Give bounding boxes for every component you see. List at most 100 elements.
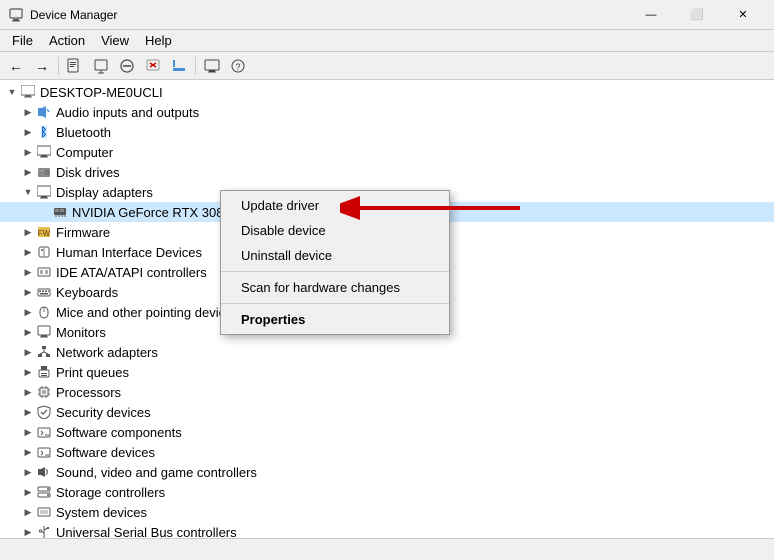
expand-ide[interactable]: ▶ xyxy=(20,264,36,280)
menu-file[interactable]: File xyxy=(4,31,41,50)
monitors-icon xyxy=(36,324,52,340)
expand-system[interactable]: ▶ xyxy=(20,504,36,520)
computer-label: Computer xyxy=(56,145,113,160)
disk-label: Disk drives xyxy=(56,165,120,180)
toolbar-scan[interactable] xyxy=(167,55,191,77)
tree-item-bluetooth[interactable]: ▶ ᛒ Bluetooth xyxy=(0,122,774,142)
print-label: Print queues xyxy=(56,365,129,380)
monitors-label: Monitors xyxy=(56,325,106,340)
gpu-label: NVIDIA GeForce RTX 3080 xyxy=(72,205,231,220)
softcomp-label: Software components xyxy=(56,425,182,440)
expand-audio[interactable]: ▶ xyxy=(20,104,36,120)
system-label: System devices xyxy=(56,505,147,520)
svg-text:ᛒ: ᛒ xyxy=(40,125,47,139)
context-update-driver[interactable]: Update driver xyxy=(221,193,449,218)
context-uninstall-device[interactable]: Uninstall device xyxy=(221,243,449,268)
storage-icon xyxy=(36,484,52,500)
disk-icon xyxy=(36,164,52,180)
display-icon xyxy=(36,184,52,200)
tree-item-computer[interactable]: ▶ Computer xyxy=(0,142,774,162)
toolbar-computer[interactable] xyxy=(200,55,224,77)
sound-label: Sound, video and game controllers xyxy=(56,465,257,480)
expand-usb1[interactable]: ▶ xyxy=(20,524,36,538)
tree-item-softdev[interactable]: ▶ Software devices xyxy=(0,442,774,462)
expand-root[interactable]: ▼ xyxy=(4,84,20,100)
toolbar-forward[interactable]: → xyxy=(30,55,54,77)
expand-print[interactable]: ▶ xyxy=(20,364,36,380)
expand-monitors[interactable]: ▶ xyxy=(20,324,36,340)
expand-hid[interactable]: ▶ xyxy=(20,244,36,260)
toolbar: ← → ? xyxy=(0,52,774,80)
expand-mouse[interactable]: ▶ xyxy=(20,304,36,320)
menu-help[interactable]: Help xyxy=(137,31,180,50)
root-label: DESKTOP-ME0UCLI xyxy=(40,85,163,100)
toolbar-uninstall[interactable] xyxy=(141,55,165,77)
gpu-icon xyxy=(52,204,68,220)
expand-security[interactable]: ▶ xyxy=(20,404,36,420)
network-label: Network adapters xyxy=(56,345,158,360)
toolbar-sep-1 xyxy=(58,57,59,75)
toolbar-help[interactable]: ? xyxy=(226,55,250,77)
tree-item-audio[interactable]: ▶ Audio inputs and outputs xyxy=(0,102,774,122)
keyboard-icon xyxy=(36,284,52,300)
expand-sound[interactable]: ▶ xyxy=(20,464,36,480)
svg-text:?: ? xyxy=(235,62,240,72)
softdev-label: Software devices xyxy=(56,445,155,460)
expand-display[interactable]: ▼ xyxy=(20,184,36,200)
keyboard-label: Keyboards xyxy=(56,285,118,300)
tree-item-network[interactable]: ▶ Network adapters xyxy=(0,342,774,362)
tree-item-softcomp[interactable]: ▶ Software components xyxy=(0,422,774,442)
menu-action[interactable]: Action xyxy=(41,31,93,50)
tree-item-sound[interactable]: ▶ Sound, video and game controllers xyxy=(0,462,774,482)
minimize-button[interactable]: — xyxy=(628,0,674,30)
app-icon xyxy=(8,7,24,23)
expand-bluetooth[interactable]: ▶ xyxy=(20,124,36,140)
toolbar-update-driver[interactable] xyxy=(89,55,113,77)
tree-root[interactable]: ▼ DESKTOP-ME0UCLI xyxy=(0,82,774,102)
expand-network[interactable]: ▶ xyxy=(20,344,36,360)
context-disable-device[interactable]: Disable device xyxy=(221,218,449,243)
context-sep-1 xyxy=(221,271,449,272)
softcomp-icon xyxy=(36,424,52,440)
ide-icon xyxy=(36,264,52,280)
hid-icon xyxy=(36,244,52,260)
firmware-icon: FW xyxy=(36,224,52,240)
tree-item-cpu[interactable]: ▶ Processors xyxy=(0,382,774,402)
security-icon xyxy=(36,404,52,420)
tree-item-disk[interactable]: ▶ Disk drives xyxy=(0,162,774,182)
maximize-button[interactable]: ⬜ xyxy=(674,0,720,30)
context-menu: Update driver Disable device Uninstall d… xyxy=(220,190,450,335)
expand-keyboard[interactable]: ▶ xyxy=(20,284,36,300)
context-scan-changes[interactable]: Scan for hardware changes xyxy=(221,275,449,300)
tree-item-system[interactable]: ▶ System devices xyxy=(0,502,774,522)
close-button[interactable]: ✕ xyxy=(720,0,766,30)
menu-view[interactable]: View xyxy=(93,31,137,50)
toolbar-sep-2 xyxy=(195,57,196,75)
tree-item-storage[interactable]: ▶ Storage controllers xyxy=(0,482,774,502)
ide-label: IDE ATA/ATAPI controllers xyxy=(56,265,207,280)
menu-bar: File Action View Help xyxy=(0,30,774,52)
mouse-icon xyxy=(36,304,52,320)
usb1-label: Universal Serial Bus controllers xyxy=(56,525,237,539)
tree-item-security[interactable]: ▶ Security devices xyxy=(0,402,774,422)
audio-label: Audio inputs and outputs xyxy=(56,105,199,120)
window-title: Device Manager xyxy=(30,8,628,22)
expand-softdev[interactable]: ▶ xyxy=(20,444,36,460)
tree-item-print[interactable]: ▶ Print queues xyxy=(0,362,774,382)
window-controls: — ⬜ ✕ xyxy=(628,0,766,30)
mouse-label: Mice and other pointing devic xyxy=(56,305,225,320)
context-properties[interactable]: Properties xyxy=(221,307,449,332)
expand-firmware[interactable]: ▶ xyxy=(20,224,36,240)
toolbar-back[interactable]: ← xyxy=(4,55,28,77)
computer-icon xyxy=(20,84,36,100)
tree-item-usb1[interactable]: ▶ Universal Serial Bus controllers xyxy=(0,522,774,538)
expand-computer[interactable]: ▶ xyxy=(20,144,36,160)
network-icon xyxy=(36,344,52,360)
system-icon xyxy=(36,504,52,520)
expand-storage[interactable]: ▶ xyxy=(20,484,36,500)
expand-disk[interactable]: ▶ xyxy=(20,164,36,180)
expand-softcomp[interactable]: ▶ xyxy=(20,424,36,440)
expand-cpu[interactable]: ▶ xyxy=(20,384,36,400)
toolbar-disable[interactable] xyxy=(115,55,139,77)
toolbar-properties[interactable] xyxy=(63,55,87,77)
